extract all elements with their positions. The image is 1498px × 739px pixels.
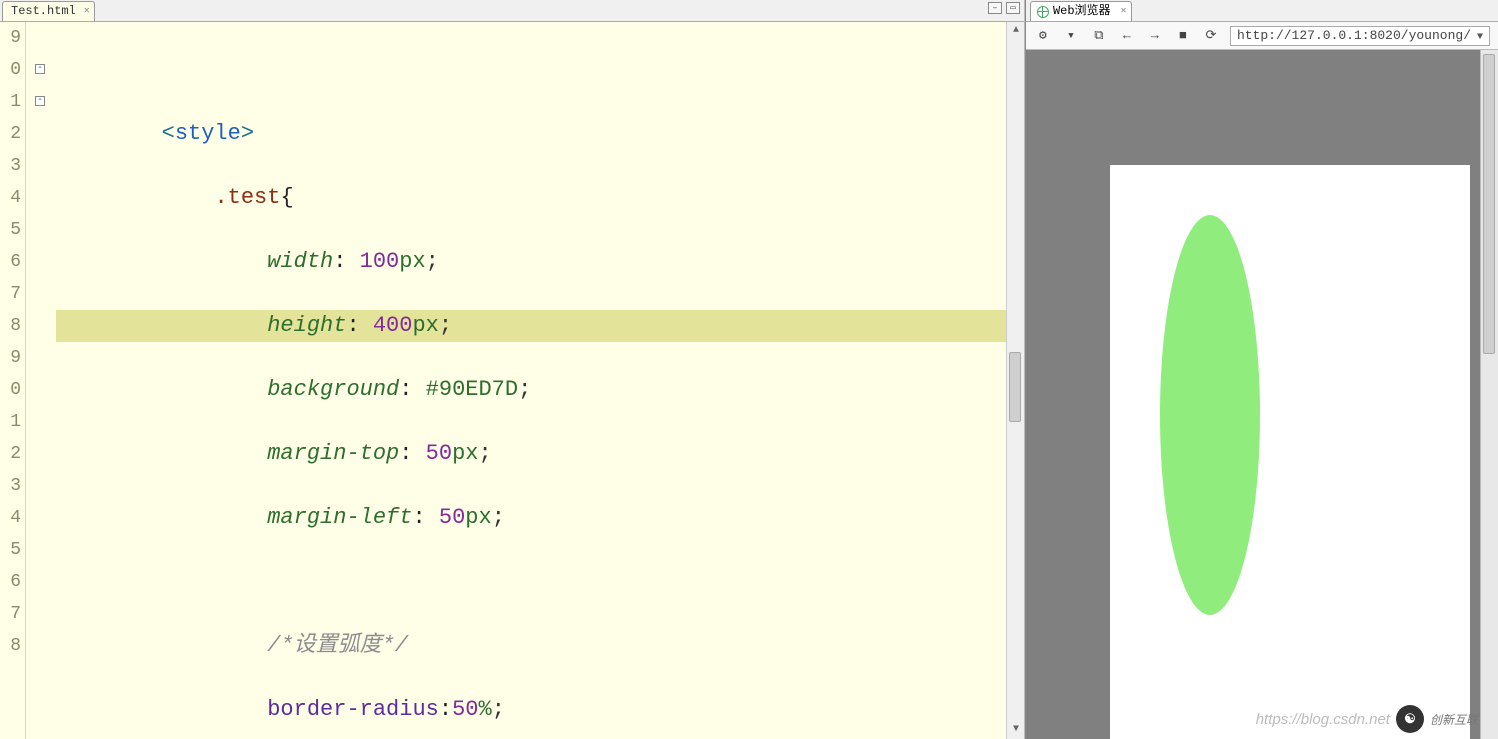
gear-icon[interactable]: ⚙ — [1034, 27, 1052, 45]
code-line: background: #90ED7D; — [56, 374, 1006, 406]
code-line-current: height: 400px; — [56, 310, 1006, 342]
line-number-gutter: 9 0- 1- 2 3 4 5 6 7 8 9 0 1 2 3 4 5 6 7 … — [0, 22, 26, 739]
close-icon[interactable]: ✕ — [84, 2, 90, 21]
rendered-page — [1110, 165, 1470, 739]
globe-icon — [1037, 6, 1049, 18]
line-number: 9 — [10, 28, 21, 48]
minimize-icon[interactable]: – — [988, 2, 1002, 14]
url-text: http://127.0.0.1:8020/younong/ — [1237, 28, 1471, 43]
line-number: 8 — [10, 636, 21, 656]
code-line: .test{ — [56, 182, 1006, 214]
line-number: 0 — [10, 380, 21, 400]
chevron-down-icon[interactable]: ▼ — [1062, 27, 1080, 45]
scrollbar-thumb[interactable] — [1009, 352, 1021, 422]
back-icon[interactable]: ← — [1118, 27, 1136, 45]
code-line: /*设置弧度*/ — [56, 630, 1006, 662]
watermark: https://blog.csdn.net ☯ 创新互联 — [1256, 705, 1478, 733]
code-area[interactable]: 9 0- 1- 2 3 4 5 6 7 8 9 0 1 2 3 4 5 6 7 … — [0, 22, 1024, 739]
browser-panel: Web浏览器 ✕ ⚙ ▼ ⧉ ← → ■ ⟳ http://127.0.0.1:… — [1025, 0, 1498, 739]
browser-tabbar: Web浏览器 ✕ — [1026, 0, 1498, 22]
editor-scrollbar[interactable]: ▲ ▼ — [1006, 22, 1024, 739]
editor-tab-test-html[interactable]: Test.html ✕ — [2, 1, 95, 21]
code-line — [56, 54, 1006, 86]
code-content[interactable]: <style> .test{ width: 100px; height: 400… — [26, 22, 1006, 739]
maximize-icon[interactable]: ▭ — [1006, 2, 1020, 14]
line-number: 4 — [10, 188, 21, 208]
ide-root: Test.html ✕ – ▭ 9 0- 1- 2 3 4 5 6 7 8 9 … — [0, 0, 1498, 739]
chevron-down-icon[interactable]: ▼ — [1473, 29, 1487, 43]
browser-viewport: https://blog.csdn.net ☯ 创新互联 — [1026, 50, 1498, 739]
editor-tabbar: Test.html ✕ – ▭ — [0, 0, 1024, 22]
scrollbar-thumb[interactable] — [1483, 54, 1495, 354]
line-number: 1 — [10, 412, 21, 432]
browser-tab-label: Web浏览器 — [1053, 2, 1111, 21]
refresh-icon[interactable]: ⟳ — [1202, 27, 1220, 45]
line-number: 5 — [10, 540, 21, 560]
watermark-logo-icon: ☯ — [1396, 705, 1424, 733]
watermark-text: https://blog.csdn.net — [1256, 711, 1390, 728]
code-line: border-radius:50%; — [56, 694, 1006, 726]
line-number: 1 — [10, 92, 21, 112]
browser-tab[interactable]: Web浏览器 ✕ — [1030, 1, 1132, 21]
line-number: 5 — [10, 220, 21, 240]
code-line: margin-left: 50px; — [56, 502, 1006, 534]
forward-icon[interactable]: → — [1146, 27, 1164, 45]
code-line: margin-top: 50px; — [56, 438, 1006, 470]
close-icon[interactable]: ✕ — [1121, 2, 1127, 21]
code-line: <style> — [56, 118, 1006, 150]
code-line: width: 100px; — [56, 246, 1006, 278]
watermark-badge: 创新互联 — [1430, 711, 1478, 728]
go-to-icon[interactable]: ⧉ — [1090, 27, 1108, 45]
scroll-up-icon[interactable]: ▲ — [1010, 24, 1022, 38]
line-number: 9 — [10, 348, 21, 368]
line-number: 7 — [10, 604, 21, 624]
line-number: 6 — [10, 572, 21, 592]
editor-tab-label: Test.html — [11, 2, 76, 21]
line-number: 0 — [10, 60, 21, 80]
line-number: 8 — [10, 316, 21, 336]
line-number: 2 — [10, 124, 21, 144]
editor-panel-controls: – ▭ — [988, 2, 1020, 14]
code-line — [56, 566, 1006, 598]
preview-ellipse — [1160, 215, 1260, 615]
line-number: 7 — [10, 284, 21, 304]
line-number: 6 — [10, 252, 21, 272]
line-number: 2 — [10, 444, 21, 464]
browser-toolbar: ⚙ ▼ ⧉ ← → ■ ⟳ http://127.0.0.1:8020/youn… — [1026, 22, 1498, 50]
editor-panel: Test.html ✕ – ▭ 9 0- 1- 2 3 4 5 6 7 8 9 … — [0, 0, 1025, 739]
line-number: 3 — [10, 476, 21, 496]
line-number: 4 — [10, 508, 21, 528]
browser-scrollbar[interactable] — [1480, 50, 1498, 739]
stop-icon[interactable]: ■ — [1174, 27, 1192, 45]
line-number: 3 — [10, 156, 21, 176]
url-input[interactable]: http://127.0.0.1:8020/younong/ ▼ — [1230, 26, 1490, 46]
scroll-down-icon[interactable]: ▼ — [1010, 723, 1022, 737]
